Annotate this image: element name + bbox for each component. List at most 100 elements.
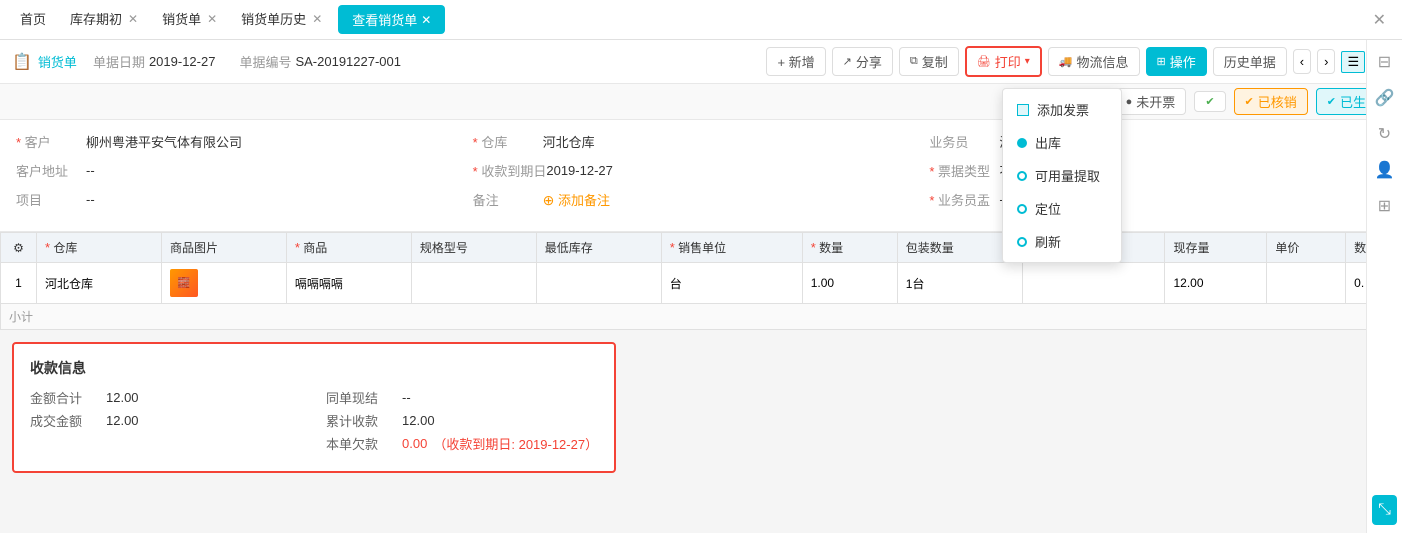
logistics-button[interactable]: 🚚 物流信息 bbox=[1048, 47, 1140, 76]
toolbar-actions: + 新增 ↗ 分享 ⧉ 复制 🖨 打印 ▾ 🚚 物流信息 ⊞ 操作 bbox=[766, 46, 1390, 77]
history-button[interactable]: 历史单据 bbox=[1213, 47, 1287, 76]
tab-inventory[interactable]: 库存期初 ✕ bbox=[58, 0, 150, 40]
available-pickup-icon bbox=[1017, 171, 1027, 181]
row-product: 嗝嗝嗝嗝 bbox=[286, 263, 411, 304]
not-open-label: 未开票 bbox=[1136, 92, 1175, 111]
sold-badge: ✔ 已核销 bbox=[1234, 88, 1308, 115]
col-settings[interactable]: ⚙ bbox=[1, 233, 37, 263]
salesperson2-field: 业务员盂 -- bbox=[929, 190, 1386, 209]
share-button[interactable]: ↗ 分享 bbox=[832, 47, 893, 76]
confirm-button[interactable]: ✔ bbox=[1194, 91, 1225, 112]
project-value: -- bbox=[86, 192, 95, 207]
table-row: 1 河北仓库 🧱 嗝嗝嗝嗝 台 1.00 1台 12.00 0. bbox=[1, 263, 1402, 304]
col-image: 商品图片 bbox=[161, 233, 286, 263]
due-date-field: 收款到期日 2019-12-27 bbox=[473, 161, 930, 180]
total-label: 金额合计 bbox=[30, 388, 100, 407]
list-view-button[interactable]: ☰ bbox=[1341, 51, 1365, 73]
customer-field: 客户 柳州粤港平安气体有限公司 bbox=[16, 132, 473, 151]
tab-view-sales-close[interactable]: ✕ bbox=[421, 13, 431, 27]
remark-field: 备注 ⊕ 添加备注 bbox=[473, 190, 930, 209]
sold-label: 已核销 bbox=[1258, 92, 1297, 111]
salesperson-field: 业务员 演示账号 bbox=[929, 132, 1386, 151]
address-label: 客户地址 bbox=[16, 161, 86, 180]
sidebar-user-icon[interactable]: 👤 bbox=[1371, 156, 1399, 184]
tab-view-sales[interactable]: 查看销货单 ✕ bbox=[338, 5, 445, 34]
tab-sales-history-close[interactable]: ✕ bbox=[312, 12, 322, 26]
add-invoice-item[interactable]: 添加发票 bbox=[1003, 93, 1121, 126]
date-label: 单据日期 bbox=[93, 52, 145, 71]
outbound-item[interactable]: 出库 bbox=[1003, 126, 1121, 159]
locate-item[interactable]: 定位 bbox=[1003, 192, 1121, 225]
address-field: 客户地址 -- bbox=[16, 161, 473, 180]
transaction-label: 成交金额 bbox=[30, 411, 100, 430]
row-package-qty: 1台 bbox=[897, 263, 1022, 304]
refresh-icon bbox=[1017, 237, 1027, 247]
transaction-value: 12.00 bbox=[106, 413, 139, 428]
product-image: 🧱 bbox=[170, 269, 198, 297]
balance-row: 本单欠款 0.00 （收款到期日: 2019-12-27） bbox=[326, 434, 598, 453]
salesperson2-label: 业务员盂 bbox=[929, 190, 999, 209]
tab-sales-history-label: 销货单历史 bbox=[241, 9, 306, 28]
subtotal-row: 小计 bbox=[1, 304, 1402, 330]
col-product: * 商品 bbox=[286, 233, 411, 263]
window-close-button[interactable]: ✕ bbox=[1365, 10, 1394, 30]
table-header-row: ⚙ * 仓库 商品图片 * 商品 规格型号 最低库存 * 销售单位 * 数量 包… bbox=[1, 233, 1402, 263]
data-table: ⚙ * 仓库 商品图片 * 商品 规格型号 最低库存 * 销售单位 * 数量 包… bbox=[0, 232, 1402, 330]
prev-button[interactable]: ‹ bbox=[1293, 49, 1311, 74]
col-quantity: * 数量 bbox=[802, 233, 897, 263]
ticket-type-label: 票据类型 bbox=[929, 161, 999, 180]
locate-icon bbox=[1017, 204, 1027, 214]
refresh-item[interactable]: 刷新 bbox=[1003, 225, 1121, 258]
settlement-row: 同单现结 -- bbox=[326, 388, 598, 407]
row-unit: 台 bbox=[661, 263, 802, 304]
copy-button[interactable]: ⧉ 复制 bbox=[899, 47, 959, 76]
tab-sales-close[interactable]: ✕ bbox=[207, 12, 217, 26]
add-remark-button[interactable]: ⊕ 添加备注 bbox=[543, 190, 610, 209]
payment-right: 同单现结 -- 累计收款 12.00 本单欠款 0.00 （收款到期日: 201… bbox=[326, 388, 598, 457]
sidebar-grid-icon[interactable]: ⊞ bbox=[1374, 192, 1395, 220]
sidebar-expand-icon[interactable]: ⤡ bbox=[1372, 495, 1397, 525]
table-wrapper: ⚙ * 仓库 商品图片 * 商品 规格型号 最低库存 * 销售单位 * 数量 包… bbox=[0, 231, 1402, 330]
col-min-stock: 最低库存 bbox=[536, 233, 661, 263]
balance-value: 0.00 bbox=[402, 436, 427, 451]
doc-type-text: 销货单 bbox=[38, 52, 77, 71]
total-row: 金额合计 12.00 bbox=[30, 388, 302, 407]
ticket-type-field: 票据类型 不开票 bbox=[929, 161, 1386, 180]
col-unit-price: 单价 bbox=[1267, 233, 1346, 263]
not-open-button[interactable]: ● 未开票 bbox=[1115, 88, 1187, 115]
new-button[interactable]: + 新增 bbox=[766, 47, 825, 76]
tab-inventory-label: 库存期初 bbox=[70, 9, 122, 28]
col-unit: * 销售单位 bbox=[661, 233, 802, 263]
sub-toolbar: 📱 来自手机 ● 未开票 ✔ ✔ 已核销 ✔ 已生效 bbox=[0, 84, 1402, 120]
tab-home[interactable]: 首页 bbox=[8, 0, 58, 40]
row-warehouse: 河北仓库 bbox=[37, 263, 162, 304]
next-button[interactable]: › bbox=[1317, 49, 1335, 74]
tab-inventory-close[interactable]: ✕ bbox=[128, 12, 138, 26]
cumulative-value: 12.00 bbox=[402, 413, 435, 428]
transaction-row: 成交金额 12.00 bbox=[30, 411, 302, 430]
due-date-value: 2019-12-27 bbox=[546, 163, 613, 178]
tab-sales-history[interactable]: 销货单历史 ✕ bbox=[229, 0, 334, 40]
form-row-3: 项目 -- 备注 ⊕ 添加备注 业务员盂 -- bbox=[16, 190, 1386, 209]
sidebar-table-icon[interactable]: ⊟ bbox=[1374, 48, 1395, 76]
address-value: -- bbox=[86, 163, 95, 178]
locate-label: 定位 bbox=[1035, 199, 1061, 218]
print-dropdown-arrow[interactable]: ▾ bbox=[1025, 56, 1030, 67]
print-button[interactable]: 🖨 打印 ▾ bbox=[965, 46, 1042, 77]
row-unit-price bbox=[1267, 263, 1346, 304]
copy-label: 复制 bbox=[922, 52, 948, 71]
payment-box: 收款信息 金额合计 12.00 成交金额 12.00 同单现结 -- bbox=[12, 342, 616, 473]
tab-sales[interactable]: 销货单 ✕ bbox=[150, 0, 229, 40]
doc-date-info: 单据日期 2019-12-27 bbox=[93, 52, 216, 71]
available-pickup-item[interactable]: 可用量提取 bbox=[1003, 159, 1121, 192]
settlement-label: 同单现结 bbox=[326, 388, 396, 407]
ops-button[interactable]: ⊞ 操作 bbox=[1146, 47, 1207, 76]
col-warehouse: * 仓库 bbox=[37, 233, 162, 263]
sidebar-refresh-icon[interactable]: ↻ bbox=[1374, 120, 1395, 148]
row-available bbox=[1022, 263, 1165, 304]
outbound-label: 出库 bbox=[1035, 133, 1061, 152]
logistics-label: 物流信息 bbox=[1076, 52, 1128, 71]
form-area: 客户 柳州粤港平安气体有限公司 仓库 河北仓库 业务员 演示账号 客户地址 --… bbox=[0, 120, 1402, 231]
sidebar-link-icon[interactable]: 🔗 bbox=[1371, 84, 1399, 112]
warehouse-field: 仓库 河北仓库 bbox=[473, 132, 930, 151]
